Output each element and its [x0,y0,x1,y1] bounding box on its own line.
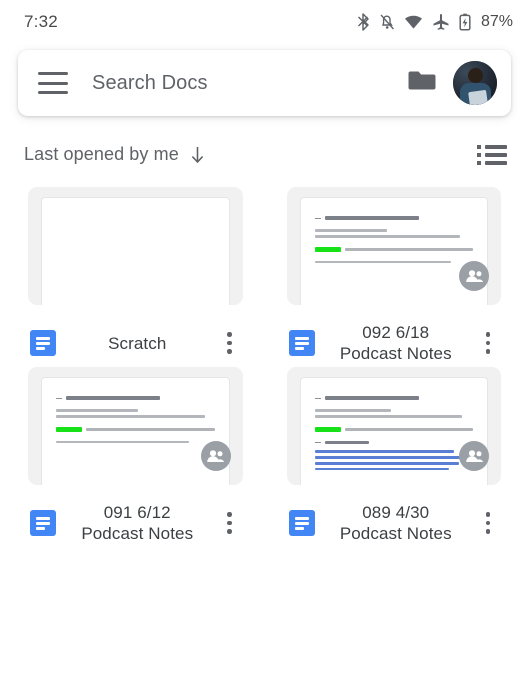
folder-icon[interactable] [407,69,437,98]
search-input[interactable]: Search Docs [92,72,407,95]
document-preview [300,198,487,305]
more-options-icon[interactable] [477,512,499,534]
preview-highlight [314,426,473,432]
preview-paragraph [314,409,474,418]
people-shared-icon[interactable] [459,261,489,291]
document-preview-blank [42,198,229,305]
notifications-off-icon [380,14,394,30]
document-title: 091 6/12 Podcast Notes [56,502,219,544]
search-bar[interactable]: Search Docs [18,50,511,116]
sort-label: Last opened by me [24,144,179,164]
google-docs-icon [288,330,315,356]
preview-heading [314,396,474,400]
document-title-line2: Podcast Notes [81,524,194,543]
search-bar-container: Search Docs [0,44,529,116]
document-card[interactable]: Scratch [16,187,255,367]
document-title-line2: Podcast Notes [339,344,452,363]
document-thumbnail[interactable] [28,187,243,305]
status-bar: 7:32 87% [0,0,529,44]
document-title: Scratch [56,333,219,354]
avatar[interactable] [453,61,497,105]
arrow-down-icon [191,146,203,163]
document-title-line1: 092 6/18 [362,323,430,342]
preview-heading [56,396,215,400]
document-card[interactable]: 091 6/12 Podcast Notes [16,367,255,547]
document-title: 092 6/18 Podcast Notes [315,322,478,364]
document-title: 089 4/30 Podcast Notes [315,502,478,544]
document-meta: Scratch [28,305,243,367]
documents-grid: Scratch 092 6/18 Podcast Notes 091 6/12 … [0,165,529,547]
google-docs-icon [30,510,56,536]
google-docs-icon [30,330,56,356]
google-docs-icon [288,510,315,536]
preview-paragraph [314,229,474,238]
document-thumbnail[interactable] [286,187,501,305]
sort-row: Last opened by me [0,116,529,165]
document-preview [42,378,229,485]
document-meta: 089 4/30 Podcast Notes [287,485,502,547]
people-shared-icon[interactable] [200,441,231,471]
wifi-icon [404,15,422,29]
status-icon-group: 87% [357,13,513,31]
list-view-icon[interactable] [477,144,507,165]
preview-highlight [314,246,473,252]
sort-control[interactable]: Last opened by me [24,144,206,165]
more-options-icon[interactable] [219,512,241,534]
more-options-icon[interactable] [477,332,499,354]
document-card[interactable]: 089 4/30 Podcast Notes [275,367,514,547]
preview-paragraph [56,409,215,418]
preview-links [314,450,474,471]
preview-subheading [314,440,474,445]
document-meta: 091 6/12 Podcast Notes [28,485,243,547]
hamburger-menu-icon[interactable] [38,72,68,94]
bluetooth-icon [357,13,369,31]
document-thumbnail[interactable] [286,367,501,485]
battery-icon [459,13,471,31]
document-title-line2: Podcast Notes [339,524,452,543]
preview-heading [314,216,474,220]
battery-percentage: 87% [480,13,513,30]
document-preview [300,378,487,485]
preview-highlight [56,426,215,432]
more-options-icon[interactable] [219,332,241,354]
airplane-mode-icon [433,14,449,30]
people-shared-icon[interactable] [459,441,489,471]
document-card[interactable]: 092 6/18 Podcast Notes [275,187,514,367]
document-title-line1: 089 4/30 [362,503,430,522]
document-thumbnail[interactable] [28,367,243,485]
document-title-line1: 091 6/12 [103,503,171,522]
document-title-line1: Scratch [108,333,167,353]
status-time: 7:32 [24,12,58,31]
document-meta: 092 6/18 Podcast Notes [287,305,502,367]
